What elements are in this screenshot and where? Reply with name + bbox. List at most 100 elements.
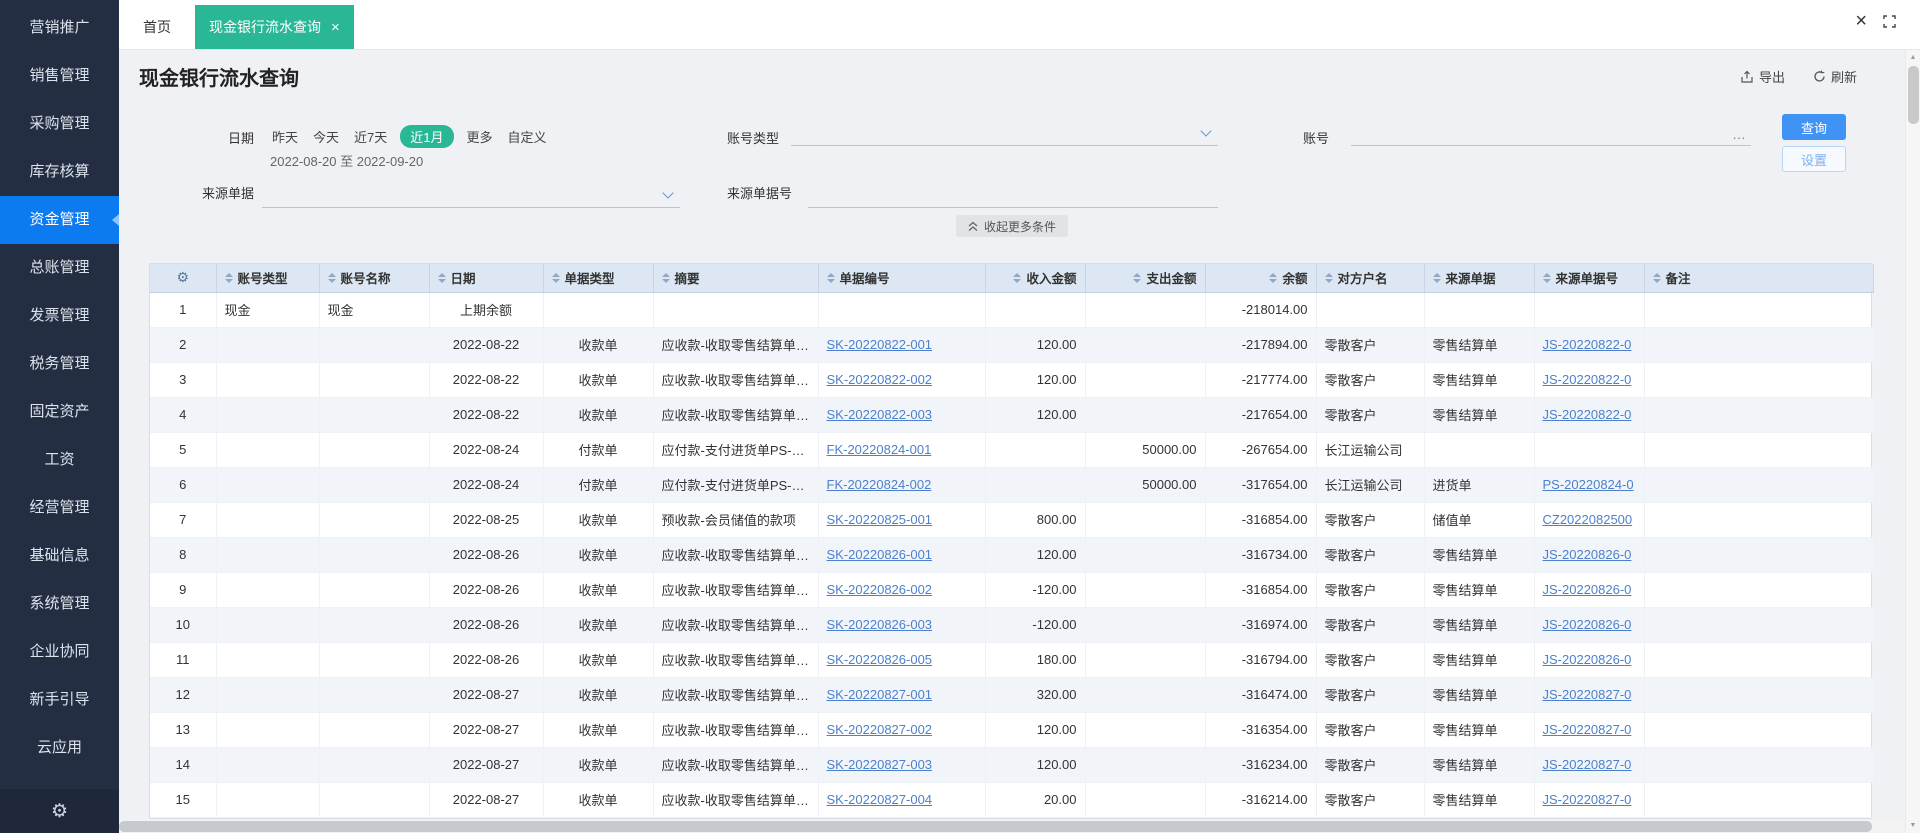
vertical-scrollbar[interactable]: ▲ ▼	[1905, 50, 1920, 833]
export-button[interactable]: 导出	[1740, 67, 1785, 86]
sort-icon[interactable]	[551, 272, 560, 283]
sidebar-item[interactable]: 采购管理	[0, 100, 119, 148]
column-header[interactable]: 支出金额	[1085, 264, 1206, 293]
source-doc-no-link[interactable]: JS-20220826-0	[1543, 582, 1632, 597]
cell-docNo[interactable]: FK-20220824-001	[818, 432, 986, 468]
column-settings-button[interactable]: ⚙	[150, 264, 217, 293]
query-button[interactable]: 查询	[1782, 114, 1846, 140]
sort-icon[interactable]	[437, 272, 446, 283]
source-doc-no-link[interactable]: JS-20220827-0	[1543, 687, 1632, 702]
source-doc-no-link[interactable]: CZ2022082500	[1543, 512, 1633, 527]
vertical-scrollbar-thumb[interactable]	[1908, 66, 1919, 124]
cell-docNo[interactable]: SK-20220822-001	[818, 327, 986, 363]
doc-no-link[interactable]: SK-20220827-001	[827, 687, 933, 702]
cell-docNo[interactable]: SK-20220826-003	[818, 607, 986, 643]
doc-no-link[interactable]: FK-20220824-001	[827, 442, 932, 457]
date-option[interactable]: 今天	[311, 125, 341, 148]
source-doc-no-link[interactable]: PS-20220824-0	[1543, 477, 1634, 492]
cell-sourceDocNo[interactable]: CZ2022082500	[1534, 502, 1645, 538]
sidebar-item[interactable]: 经营管理	[0, 484, 119, 532]
sidebar-item[interactable]: 营销推广	[0, 4, 119, 52]
cell-sourceDocNo[interactable]: JS-20220822-0	[1534, 397, 1645, 433]
source-doc-no-link[interactable]: JS-20220827-0	[1543, 792, 1632, 807]
sidebar-item[interactable]: 销售管理	[0, 52, 119, 100]
source-doc-no-link[interactable]: JS-20220826-0	[1543, 547, 1632, 562]
date-option[interactable]: 近7天	[352, 125, 389, 148]
sort-icon[interactable]	[1432, 272, 1441, 283]
settings-button[interactable]: 设置	[1782, 146, 1846, 172]
source-doc-no-link[interactable]: JS-20220822-0	[1543, 407, 1632, 422]
column-header[interactable]: 账号类型	[216, 264, 320, 293]
cell-docNo[interactable]: SK-20220827-001	[818, 677, 986, 713]
close-icon[interactable]: ×	[1855, 11, 1867, 31]
cell-sourceDocNo[interactable]: JS-20220826-0	[1534, 572, 1645, 608]
cell-docNo[interactable]: SK-20220825-001	[818, 502, 986, 538]
sidebar-item[interactable]: 固定资产	[0, 388, 119, 436]
cell-sourceDocNo[interactable]: JS-20220826-0	[1534, 537, 1645, 573]
source-doc-select[interactable]	[262, 182, 680, 208]
fullscreen-icon[interactable]	[1883, 14, 1896, 28]
sort-icon[interactable]	[1542, 272, 1551, 283]
doc-no-link[interactable]: SK-20220826-001	[827, 547, 933, 562]
source-doc-no-link[interactable]: JS-20220827-0	[1543, 757, 1632, 772]
sidebar-item[interactable]: 新手引导	[0, 676, 119, 724]
sidebar-item[interactable]: 系统管理	[0, 580, 119, 628]
cell-sourceDocNo[interactable]: JS-20220827-0	[1534, 712, 1645, 748]
cell-docNo[interactable]: SK-20220822-002	[818, 362, 986, 398]
cell-docNo[interactable]: SK-20220826-002	[818, 572, 986, 608]
cell-docNo[interactable]: SK-20220826-005	[818, 642, 986, 678]
doc-no-link[interactable]: SK-20220822-001	[827, 337, 933, 352]
source-doc-no-input[interactable]	[808, 182, 1218, 208]
cell-docNo[interactable]: FK-20220824-002	[818, 467, 986, 503]
doc-no-link[interactable]: SK-20220827-003	[827, 757, 933, 772]
date-option[interactable]: 近1月	[400, 125, 454, 148]
cell-sourceDocNo[interactable]: JS-20220822-0	[1534, 327, 1645, 363]
cell-docNo[interactable]: SK-20220827-002	[818, 712, 986, 748]
sidebar-item[interactable]: 基础信息	[0, 532, 119, 580]
doc-no-link[interactable]: SK-20220826-003	[827, 617, 933, 632]
column-header[interactable]: 来源单据	[1424, 264, 1535, 293]
sort-icon[interactable]	[661, 272, 670, 283]
cell-sourceDocNo[interactable]: JS-20220822-0	[1534, 362, 1645, 398]
account-type-select[interactable]	[791, 120, 1218, 146]
account-input[interactable]: …	[1351, 120, 1751, 146]
cell-sourceDocNo[interactable]: JS-20220827-0	[1534, 677, 1645, 713]
sidebar-item[interactable]: 云应用	[0, 724, 119, 772]
sidebar-item[interactable]: 库存核算	[0, 148, 119, 196]
source-doc-no-link[interactable]: JS-20220827-0	[1543, 722, 1632, 737]
horizontal-scrollbar-thumb[interactable]	[119, 821, 1872, 832]
date-option[interactable]: 自定义	[506, 125, 549, 148]
column-header[interactable]: 日期	[429, 264, 544, 293]
scroll-down-arrow-icon[interactable]: ▼	[1906, 818, 1920, 833]
sort-icon[interactable]	[826, 272, 835, 283]
doc-no-link[interactable]: SK-20220822-002	[827, 372, 933, 387]
doc-no-link[interactable]: SK-20220822-003	[827, 407, 933, 422]
column-header[interactable]: 对方户名	[1316, 264, 1425, 293]
sidebar-item[interactable]: 税务管理	[0, 340, 119, 388]
source-doc-no-link[interactable]: JS-20220822-0	[1543, 337, 1632, 352]
source-doc-no-link[interactable]: JS-20220822-0	[1543, 372, 1632, 387]
column-header[interactable]: 单据编号	[818, 264, 986, 293]
refresh-button[interactable]: 刷新	[1813, 67, 1857, 86]
doc-no-link[interactable]: FK-20220824-002	[827, 477, 932, 492]
sidebar-settings-button[interactable]: ⚙	[0, 789, 119, 833]
cell-docNo[interactable]: SK-20220827-004	[818, 782, 986, 818]
column-header[interactable]: 摘要	[653, 264, 819, 293]
sort-icon[interactable]	[1269, 272, 1278, 283]
tab-cash-bank-flow-query[interactable]: 现金银行流水查询 ×	[195, 5, 354, 49]
sort-icon[interactable]	[1133, 272, 1142, 283]
sidebar-item[interactable]: 资金管理	[0, 196, 119, 244]
sidebar-item[interactable]: 总账管理	[0, 244, 119, 292]
date-option[interactable]: 更多	[465, 125, 495, 148]
doc-no-link[interactable]: SK-20220825-001	[827, 512, 933, 527]
cell-sourceDocNo[interactable]: JS-20220826-0	[1534, 642, 1645, 678]
sort-icon[interactable]	[224, 272, 233, 283]
scroll-up-arrow-icon[interactable]: ▲	[1906, 50, 1920, 65]
source-doc-no-link[interactable]: JS-20220826-0	[1543, 652, 1632, 667]
date-option[interactable]: 昨天	[270, 125, 300, 148]
doc-no-link[interactable]: SK-20220826-005	[827, 652, 933, 667]
tab-home[interactable]: 首页	[119, 5, 195, 49]
column-header[interactable]: 备注	[1644, 264, 1874, 293]
cell-docNo[interactable]: SK-20220827-003	[818, 747, 986, 783]
column-header[interactable]: 来源单据号	[1534, 264, 1645, 293]
